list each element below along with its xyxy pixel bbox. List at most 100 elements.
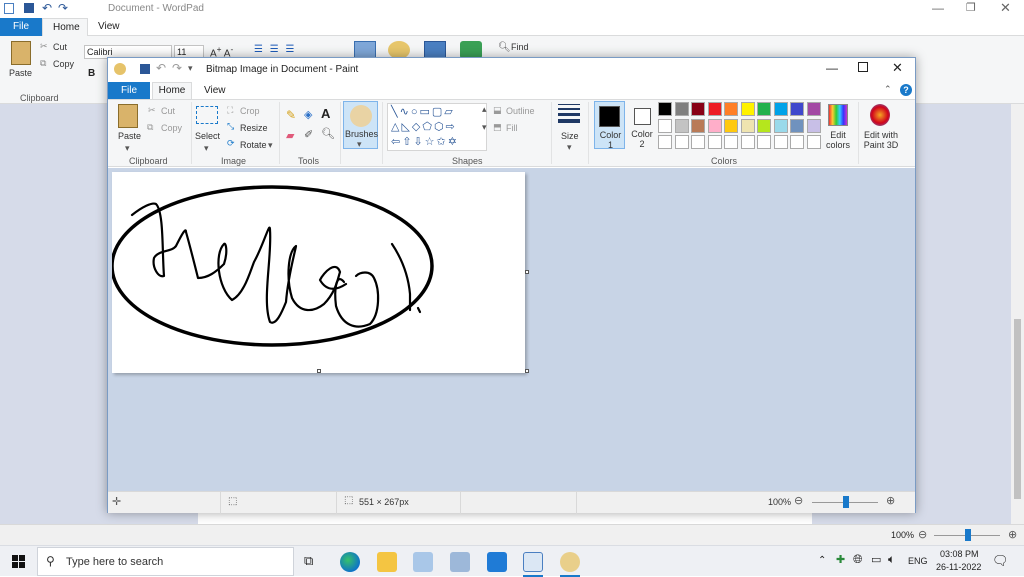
custom-color-slot[interactable] <box>658 135 672 149</box>
palette-swatch[interactable] <box>740 102 755 116</box>
custom-color-slot[interactable] <box>790 135 804 149</box>
paste-button[interactable]: Paste <box>9 68 32 78</box>
fill-icon[interactable]: ⬒ <box>493 122 502 133</box>
custom-color-slot[interactable] <box>724 135 738 149</box>
palette-swatch[interactable] <box>757 102 771 116</box>
photos-app-icon[interactable] <box>450 552 470 572</box>
find-icon[interactable]: 🔍︎ <box>498 42 511 53</box>
resize-handle-right[interactable] <box>525 270 529 274</box>
network-app-icon[interactable]: ✚ <box>836 553 845 566</box>
paste-icon[interactable] <box>118 104 138 128</box>
undo-icon[interactable]: ↶ <box>42 1 52 15</box>
paste-button[interactable]: Paste <box>118 131 141 141</box>
shapes-gallery[interactable]: ╲∿○▭▢▱ △◺◇⬠⬡⇨ ⇦⇧⇩☆✩✡ <box>387 103 487 151</box>
pencil-icon[interactable]: ✎ <box>286 108 296 122</box>
restore-icon[interactable]: ❐ <box>966 1 976 14</box>
redo-icon[interactable]: ↷ <box>58 1 68 15</box>
zoom-out-icon[interactable]: ⊖ <box>794 494 803 507</box>
resize-handle-bottom[interactable] <box>317 369 321 373</box>
close-icon[interactable]: ✕ <box>1000 0 1011 16</box>
select-button[interactable]: Select <box>195 131 220 141</box>
help-icon[interactable]: ? <box>900 84 912 96</box>
copy-icon[interactable]: ⧉ <box>40 58 46 69</box>
palette-swatch[interactable] <box>707 102 722 116</box>
scrollbar-thumb[interactable] <box>1014 319 1021 499</box>
palette-swatch[interactable] <box>658 118 672 133</box>
palette-swatch[interactable] <box>740 118 755 133</box>
clock-time[interactable]: 03:08 PM <box>940 549 979 559</box>
cut-button[interactable]: Cut <box>161 106 175 116</box>
size-dropdown-icon[interactable]: ▾ <box>567 142 572 153</box>
size-button[interactable]: Size <box>561 131 579 141</box>
crop-icon[interactable]: ⛶ <box>227 105 233 116</box>
wordpad-scrollbar[interactable] <box>1011 104 1024 524</box>
palette-swatch[interactable] <box>674 102 689 116</box>
custom-color-slot[interactable] <box>707 135 722 149</box>
resize-button[interactable]: Resize <box>240 123 268 133</box>
drawing-canvas[interactable] <box>110 172 525 373</box>
maximize-icon[interactable] <box>858 62 868 72</box>
wordpad-zoom-thumb[interactable] <box>965 529 971 541</box>
fill-button[interactable]: Fill <box>506 123 518 133</box>
undo-icon[interactable]: ↶ <box>156 61 166 75</box>
rotate-icon[interactable]: ⟳ <box>227 138 235 149</box>
custom-color-slot[interactable] <box>757 135 771 149</box>
taskbar-search-box[interactable]: ⚲ Type here to search <box>37 547 294 576</box>
palette-swatch[interactable] <box>773 118 788 133</box>
copy-button[interactable]: Copy <box>53 59 74 69</box>
select-icon[interactable] <box>196 106 218 124</box>
zoom-in-icon[interactable]: ⊕ <box>1008 528 1017 541</box>
notepad-app-icon[interactable] <box>413 552 433 572</box>
custom-color-slot[interactable] <box>691 135 705 149</box>
tab-view[interactable]: View <box>204 82 226 99</box>
rotate-button[interactable]: Rotate <box>240 140 267 150</box>
cut-icon[interactable]: ✂ <box>148 105 156 116</box>
battery-icon[interactable]: ▭ <box>871 553 881 566</box>
palette-swatch[interactable] <box>724 118 738 133</box>
fill-bucket-icon[interactable]: ◈ <box>304 108 312 121</box>
palette-swatch[interactable] <box>724 102 738 116</box>
palette-swatch[interactable] <box>691 118 705 133</box>
rotate-dropdown-icon[interactable]: ▾ <box>268 140 273 151</box>
tab-file[interactable]: File <box>108 82 150 99</box>
palette-swatch[interactable] <box>757 118 771 133</box>
close-icon[interactable]: ✕ <box>892 60 903 76</box>
redo-icon[interactable]: ↷ <box>172 61 182 75</box>
tab-home[interactable]: Home <box>152 82 192 99</box>
chevron-up-icon[interactable]: ⌃ <box>818 555 826 566</box>
edge-browser-icon[interactable] <box>340 552 360 572</box>
color1-button[interactable]: Color 1 <box>594 101 625 150</box>
resize-handle-corner[interactable] <box>525 369 529 373</box>
minimize-icon[interactable]: — <box>932 1 944 15</box>
language-indicator[interactable]: ENG <box>908 556 928 566</box>
notification-icon[interactable]: 🗨︎ <box>992 553 1009 569</box>
save-icon[interactable] <box>140 64 150 74</box>
outline-icon[interactable]: ⬓ <box>493 105 502 116</box>
task-view-icon[interactable]: ⧉ <box>304 553 313 569</box>
windows-start-icon[interactable] <box>12 555 25 568</box>
cut-icon[interactable]: ✂ <box>40 41 48 52</box>
wordpad-taskbar-icon[interactable] <box>523 552 543 572</box>
custom-color-slot[interactable] <box>773 135 788 149</box>
quick-access-menu-icon[interactable]: ▾ <box>188 63 193 74</box>
find-button[interactable]: Find <box>511 42 529 52</box>
size-icon[interactable] <box>558 104 580 123</box>
palette-swatch[interactable] <box>707 118 722 133</box>
brushes-button[interactable]: Brushes ▾ <box>343 101 378 149</box>
cut-button[interactable]: Cut <box>53 42 67 52</box>
shapes-icons[interactable]: ╲∿○▭▢▱ △◺◇⬠⬡⇨ ⇦⇧⇩☆✩✡ <box>391 105 459 150</box>
zoom-out-icon[interactable]: ⊖ <box>918 528 927 541</box>
custom-color-slot[interactable] <box>740 135 755 149</box>
edit-colors-icon[interactable] <box>828 104 848 126</box>
paint-taskbar-icon[interactable] <box>560 552 580 572</box>
outline-button[interactable]: Outline <box>506 106 535 116</box>
bold-button[interactable]: B <box>88 68 95 79</box>
palette-swatch[interactable] <box>806 118 821 133</box>
shapes-more-icon[interactable]: ▾ <box>482 122 487 133</box>
tab-view[interactable]: View <box>88 18 130 36</box>
globe-icon[interactable]: 🌐︎ <box>853 552 863 567</box>
paint3d-icon[interactable] <box>870 104 890 126</box>
custom-color-slot[interactable] <box>806 135 821 149</box>
palette-swatch[interactable] <box>806 102 821 116</box>
copy-icon[interactable]: ⧉ <box>147 122 153 133</box>
